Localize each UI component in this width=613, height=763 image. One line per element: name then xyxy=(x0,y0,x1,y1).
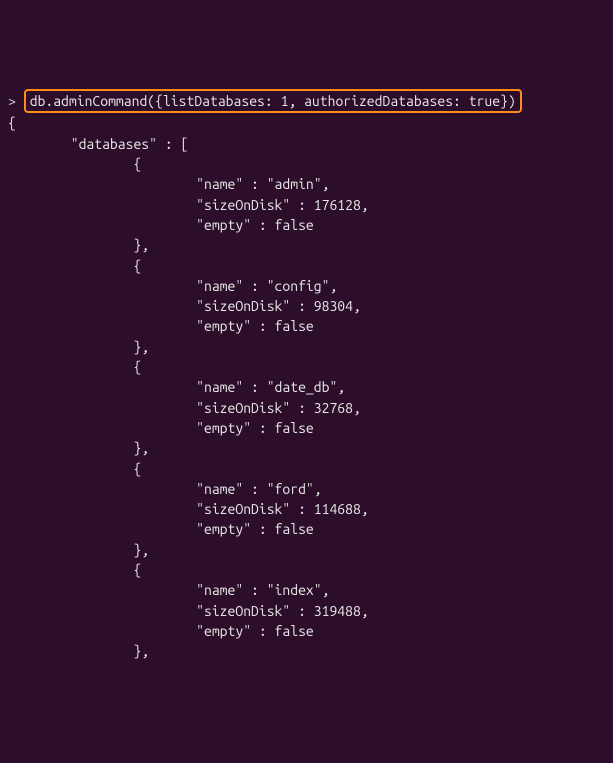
terminal-output: > db.adminCommand({listDatabases: 1, aut… xyxy=(8,89,605,661)
databases-list: { "name" : "admin", "sizeOnDisk" : 17612… xyxy=(8,156,369,659)
prompt-symbol: > xyxy=(8,93,16,109)
databases-key: "databases" : [ xyxy=(71,136,189,152)
command-line: db.adminCommand({listDatabases: 1, autho… xyxy=(24,89,522,113)
open-brace: { xyxy=(8,115,16,131)
